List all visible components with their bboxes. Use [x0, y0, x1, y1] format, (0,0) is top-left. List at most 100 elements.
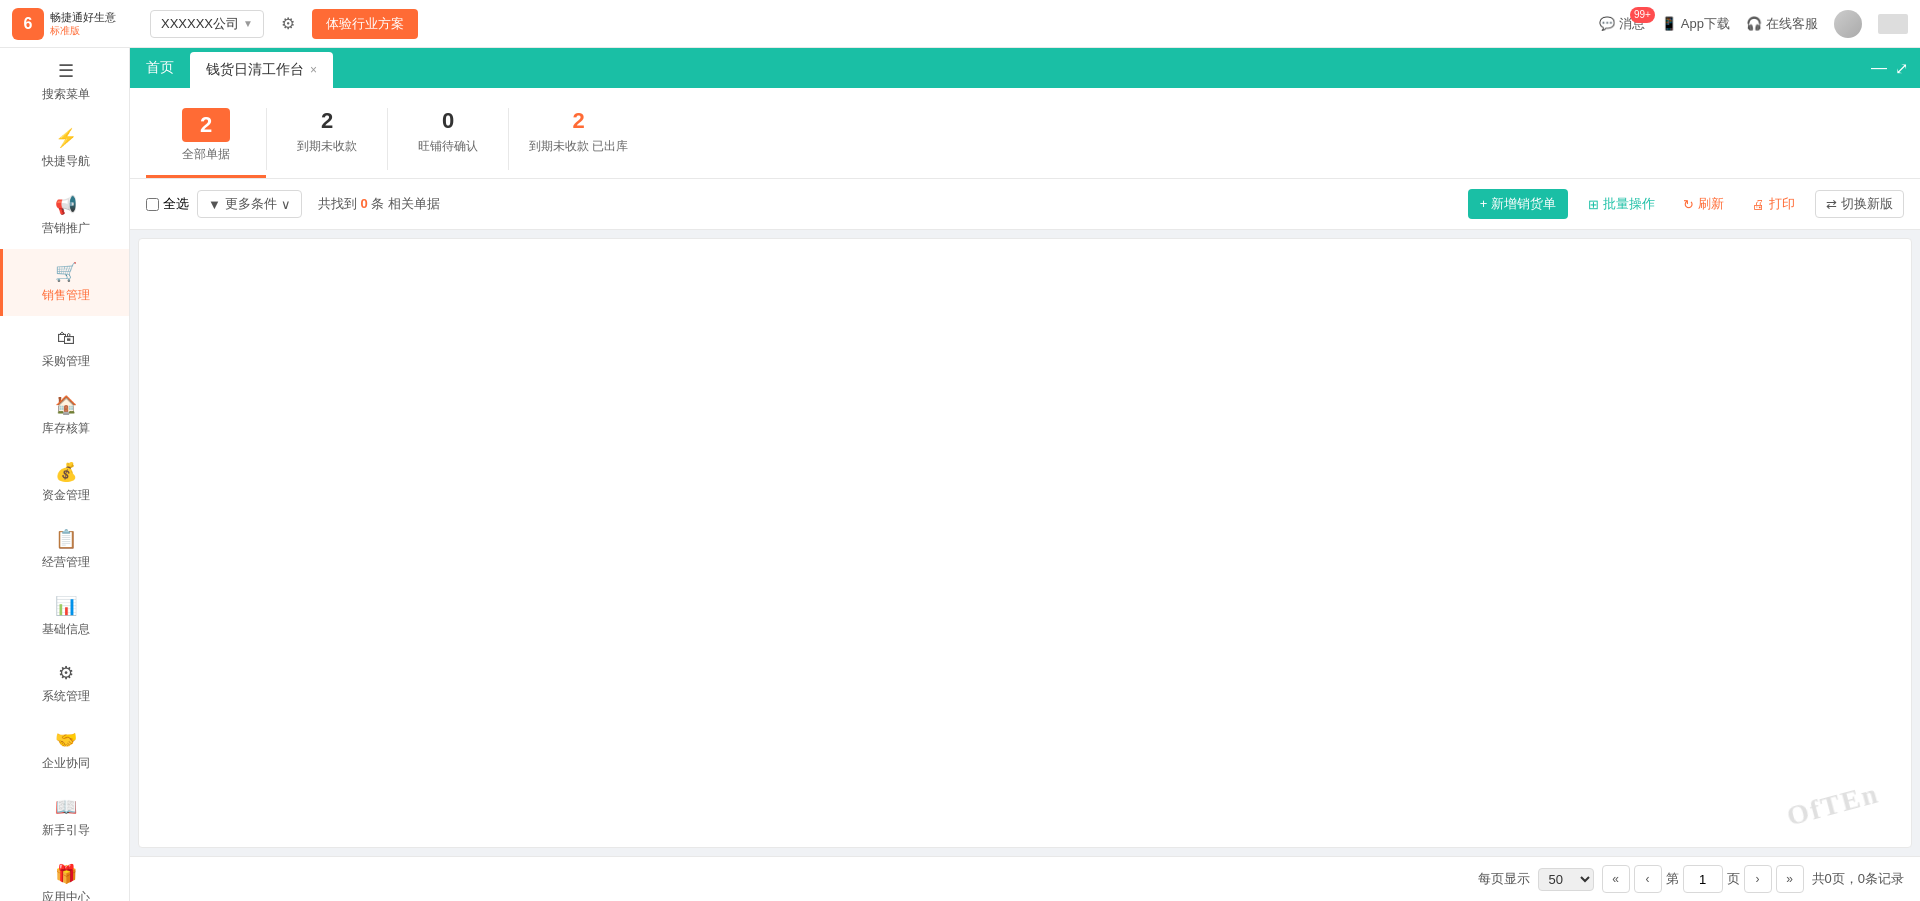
print-icon: 🖨 — [1752, 197, 1765, 212]
sidebar-item-inventory[interactable]: 🏠 库存核算 — [0, 382, 129, 449]
logo-text: 畅捷通好生意 标准版 — [50, 10, 116, 37]
funds-icon: 💰 — [55, 461, 77, 483]
operations-icon: 📋 — [55, 528, 77, 550]
chevron-down-icon: ∨ — [281, 197, 291, 212]
settings-button[interactable]: ⚙ — [272, 8, 304, 40]
layout: ☰ 搜索菜单 ⚡ 快捷导航 📢 营销推广 🛒 销售管理 🛍 采购管理 🏠 库存核… — [0, 48, 1920, 901]
enterprise-icon: 🤝 — [55, 729, 77, 751]
sidebar: ☰ 搜索菜单 ⚡ 快捷导航 📢 营销推广 🛒 销售管理 🛍 采购管理 🏠 库存核… — [0, 48, 130, 901]
per-page-select[interactable]: 50 100 200 — [1538, 868, 1594, 891]
batch-operation-button[interactable]: ⊞ 批量操作 — [1580, 191, 1663, 217]
select-all-label: 全选 — [163, 195, 189, 213]
tab-close-icon[interactable]: × — [310, 63, 317, 77]
company-selector[interactable]: XXXXXX公司 ▼ — [150, 10, 264, 38]
logo-icon: 6 — [12, 8, 44, 40]
app-download-icon: 📱 — [1661, 16, 1677, 31]
search-menu-icon: ☰ — [58, 60, 74, 82]
sidebar-item-label: 企业协同 — [42, 755, 90, 772]
table-area — [138, 238, 1912, 848]
purchase-icon: 🛍 — [57, 328, 75, 349]
tab-bar-actions: — ⤢ — [1871, 59, 1920, 78]
try-industry-button[interactable]: 体验行业方案 — [312, 9, 418, 39]
sidebar-item-label: 系统管理 — [42, 688, 90, 705]
sidebar-item-purchase[interactable]: 🛍 采购管理 — [0, 316, 129, 382]
select-all-checkbox[interactable]: 全选 — [146, 195, 189, 213]
guide-icon: 📖 — [55, 796, 77, 818]
minimize-button[interactable]: — — [1871, 59, 1887, 77]
switch-icon: ⇄ — [1826, 197, 1837, 212]
tab-bar: 首页 钱货日清工作台 × — ⤢ — [130, 48, 1920, 88]
app-download-button[interactable]: 📱 App下载 — [1661, 15, 1730, 33]
footer: 每页显示 50 100 200 « ‹ 第 页 › » 共0页，0条记录 — [130, 856, 1920, 901]
stat-number-overdue-shipped: 2 — [555, 108, 603, 134]
marketing-icon: 📢 — [55, 194, 77, 216]
stat-label-overdue-shipped: 到期未收款 已出库 — [529, 138, 628, 155]
per-page-label: 每页显示 — [1478, 870, 1530, 888]
sidebar-item-label: 销售管理 — [42, 287, 90, 304]
stat-tab-wangpu[interactable]: 0 旺铺待确认 — [388, 100, 508, 178]
stat-number-all: 2 — [182, 108, 230, 142]
tab-home[interactable]: 首页 — [130, 48, 190, 88]
sidebar-item-sales[interactable]: 🛒 销售管理 — [0, 249, 129, 316]
sidebar-item-label: 采购管理 — [42, 353, 90, 370]
avatar[interactable] — [1834, 10, 1862, 38]
message-icon: 💬 — [1599, 16, 1615, 31]
stat-number-overdue: 2 — [303, 108, 351, 134]
sidebar-item-basic-info[interactable]: 📊 基础信息 — [0, 583, 129, 650]
switch-version-button[interactable]: ⇄ 切换新版 — [1815, 190, 1904, 218]
sidebar-item-marketing[interactable]: 📢 营销推广 — [0, 182, 129, 249]
stat-tab-overdue[interactable]: 2 到期未收款 — [267, 100, 387, 178]
last-page-button[interactable]: » — [1776, 865, 1804, 893]
sidebar-item-quick-nav[interactable]: ⚡ 快捷导航 — [0, 115, 129, 182]
stat-label-overdue: 到期未收款 — [297, 138, 357, 155]
next-page-button[interactable]: › — [1744, 865, 1772, 893]
toolbar-right: + 新增销货单 ⊞ 批量操作 ↻ 刷新 🖨 打印 ⇄ — [1468, 189, 1904, 219]
sidebar-item-guide[interactable]: 📖 新手引导 — [0, 784, 129, 851]
filter-button[interactable]: ▼ 更多条件 ∨ — [197, 190, 302, 218]
stat-label-wangpu: 旺铺待确认 — [418, 138, 478, 155]
tab-workbench[interactable]: 钱货日清工作台 × — [190, 52, 333, 88]
sidebar-item-label: 快捷导航 — [42, 153, 90, 170]
result-count: 0 — [361, 196, 368, 211]
sidebar-item-label: 搜索菜单 — [42, 86, 90, 103]
page-label: 第 — [1666, 870, 1679, 888]
maximize-button[interactable]: ⤢ — [1895, 59, 1908, 78]
first-page-button[interactable]: « — [1602, 865, 1630, 893]
logo-area: 6 畅捷通好生意 标准版 — [12, 8, 142, 40]
page-area: 2 全部单据 2 到期未收款 0 旺铺待确认 2 到期未收款 已出库 — [130, 88, 1920, 901]
sidebar-item-enterprise[interactable]: 🤝 企业协同 — [0, 717, 129, 784]
sidebar-item-search[interactable]: ☰ 搜索菜单 — [0, 48, 129, 115]
print-button[interactable]: 🖨 打印 — [1744, 191, 1803, 217]
sidebar-item-label: 营销推广 — [42, 220, 90, 237]
headset-icon: 🎧 — [1746, 16, 1762, 31]
toolbar: 全选 ▼ 更多条件 ∨ 共找到 0 条 相关单据 + 新增销货单 ⊞ — [130, 179, 1920, 230]
select-all-input[interactable] — [146, 198, 159, 211]
sidebar-item-label: 新手引导 — [42, 822, 90, 839]
pagination: « ‹ 第 页 › » — [1602, 865, 1804, 893]
sidebar-item-label: 基础信息 — [42, 621, 90, 638]
sales-icon: 🛒 — [55, 261, 77, 283]
message-button[interactable]: 💬 消息 99+ — [1599, 15, 1645, 33]
sidebar-item-operations[interactable]: 📋 经营管理 — [0, 516, 129, 583]
sidebar-item-system[interactable]: ⚙ 系统管理 — [0, 650, 129, 717]
sidebar-item-funds[interactable]: 💰 资金管理 — [0, 449, 129, 516]
main-content: 首页 钱货日清工作台 × — ⤢ 2 全部单据 2 — [130, 48, 1920, 901]
stat-tab-overdue-shipped[interactable]: 2 到期未收款 已出库 — [509, 100, 648, 178]
add-sales-order-button[interactable]: + 新增销货单 — [1468, 189, 1568, 219]
stat-label-all: 全部单据 — [182, 146, 230, 163]
page-suffix: 页 — [1727, 870, 1740, 888]
sidebar-item-label: 库存核算 — [42, 420, 90, 437]
sidebar-item-label: 资金管理 — [42, 487, 90, 504]
app-center-icon: 🎁 — [55, 863, 77, 885]
chevron-down-icon: ▼ — [243, 18, 253, 29]
sidebar-item-app-center[interactable]: 🎁 应用中心 — [0, 851, 129, 901]
sidebar-item-label: 经营管理 — [42, 554, 90, 571]
top-nav: 6 畅捷通好生意 标准版 XXXXXX公司 ▼ ⚙ 体验行业方案 💬 消息 99… — [0, 0, 1920, 48]
inventory-icon: 🏠 — [55, 394, 77, 416]
refresh-button[interactable]: ↻ 刷新 — [1675, 191, 1732, 217]
prev-page-button[interactable]: ‹ — [1634, 865, 1662, 893]
page-number-input[interactable] — [1683, 865, 1723, 893]
stat-tab-all[interactable]: 2 全部单据 — [146, 100, 266, 178]
company-name: XXXXXX公司 — [161, 15, 239, 33]
online-service-button[interactable]: 🎧 在线客服 — [1746, 15, 1818, 33]
